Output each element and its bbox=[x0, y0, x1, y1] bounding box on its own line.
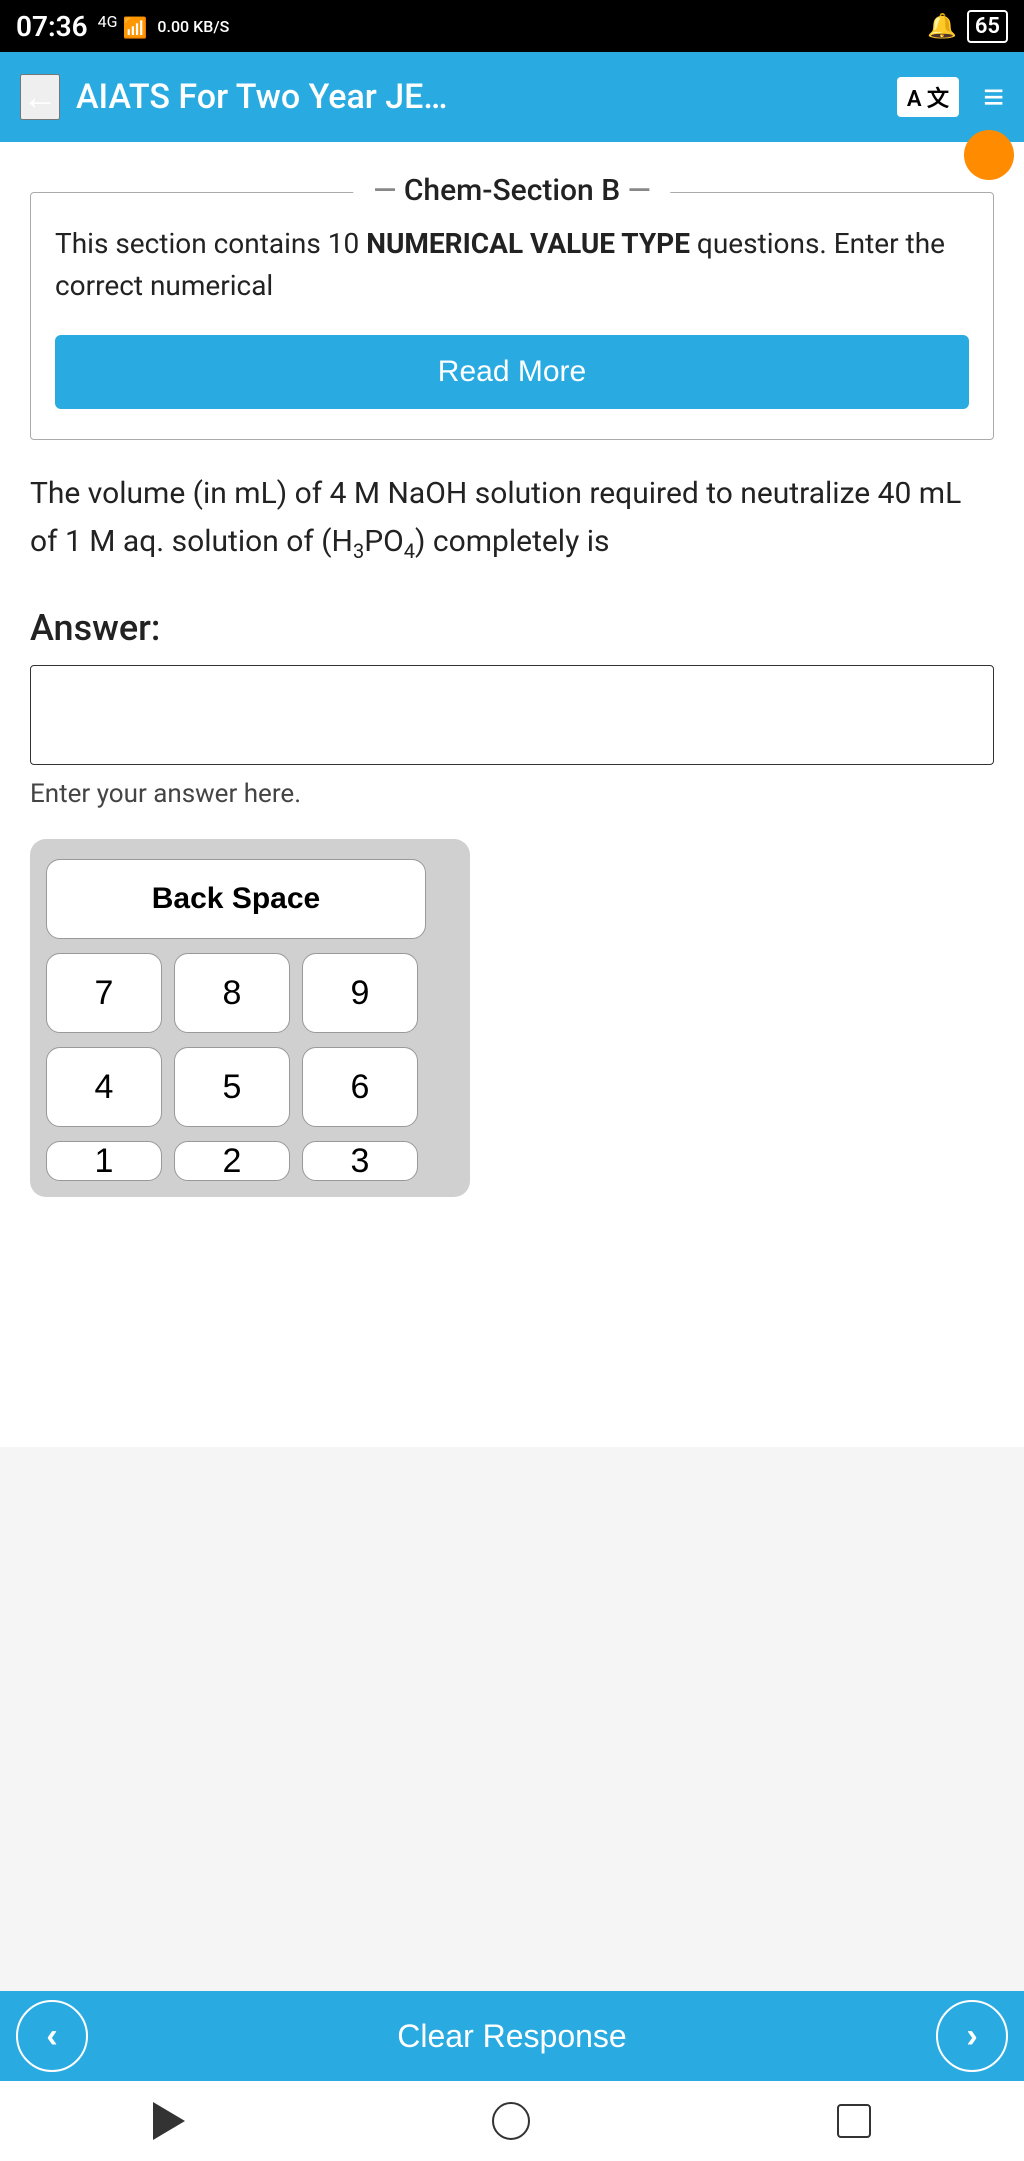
clear-response-button[interactable]: Clear Response bbox=[88, 1991, 936, 2081]
answer-label: Answer: bbox=[30, 607, 994, 649]
status-time: 07:36 bbox=[16, 10, 88, 43]
header-title: AIATS For Two Year JE… bbox=[76, 77, 881, 117]
data-speed: 0.00 KB/S bbox=[157, 17, 229, 36]
lang-label: A 文 bbox=[907, 81, 949, 113]
numeric-keypad: Back Space 7 8 9 4 5 6 1 2 3 bbox=[30, 839, 470, 1197]
section-info-box: Chem-Section B This section contains 10 … bbox=[30, 192, 994, 440]
prev-icon: ‹ bbox=[46, 2017, 57, 2056]
status-bar: 07:36 4G 📶 0.00 KB/S 🔔 65 bbox=[0, 0, 1024, 52]
notification-badge bbox=[964, 130, 1014, 180]
key-4[interactable]: 4 bbox=[46, 1047, 162, 1127]
answer-input[interactable] bbox=[30, 665, 994, 765]
android-back-button[interactable] bbox=[153, 2102, 185, 2140]
android-home-button[interactable] bbox=[492, 2102, 530, 2140]
status-left: 07:36 4G 📶 0.00 KB/S bbox=[16, 10, 229, 43]
question-text: The volume (in mL) of 4 M NaOH solution … bbox=[30, 470, 994, 567]
keypad-row-backspace: Back Space bbox=[46, 859, 454, 939]
main-content: Chem-Section B This section contains 10 … bbox=[0, 142, 1024, 1447]
recents-square-icon bbox=[837, 2104, 871, 2138]
vibrate-icon: 🔔 bbox=[927, 12, 957, 40]
battery-indicator: 65 bbox=[967, 10, 1008, 43]
keypad-row-123-partial: 1 2 3 bbox=[46, 1141, 454, 1181]
key-3[interactable]: 3 bbox=[302, 1141, 418, 1181]
app-header: ← AIATS For Two Year JE… A 文 ≡ bbox=[0, 52, 1024, 142]
back-triangle-icon bbox=[153, 2102, 185, 2140]
key-2[interactable]: 2 bbox=[174, 1141, 290, 1181]
language-button[interactable]: A 文 bbox=[897, 77, 959, 117]
backspace-button[interactable]: Back Space bbox=[46, 859, 426, 939]
status-signal: 4G 📶 bbox=[98, 12, 148, 40]
keypad-row-789: 7 8 9 bbox=[46, 953, 454, 1033]
answer-section: Answer: Enter your answer here. bbox=[30, 607, 994, 809]
home-circle-icon bbox=[492, 2102, 530, 2140]
key-5[interactable]: 5 bbox=[174, 1047, 290, 1127]
key-9[interactable]: 9 bbox=[302, 953, 418, 1033]
android-navigation-bar bbox=[0, 2081, 1024, 2161]
network-type: 4G bbox=[98, 12, 118, 31]
prev-button[interactable]: ‹ bbox=[16, 2000, 88, 2072]
section-title: Chem-Section B bbox=[353, 173, 670, 208]
menu-button[interactable]: ≡ bbox=[983, 76, 1004, 118]
next-icon: › bbox=[966, 2017, 977, 2056]
key-1[interactable]: 1 bbox=[46, 1141, 162, 1181]
key-8[interactable]: 8 bbox=[174, 953, 290, 1033]
key-6[interactable]: 6 bbox=[302, 1047, 418, 1127]
keypad-row-456: 4 5 6 bbox=[46, 1047, 454, 1127]
read-more-button[interactable]: Read More bbox=[55, 335, 969, 409]
status-right: 🔔 65 bbox=[927, 10, 1008, 43]
section-description: This section contains 10 NUMERICAL VALUE… bbox=[55, 223, 969, 307]
next-button[interactable]: › bbox=[936, 2000, 1008, 2072]
key-7[interactable]: 7 bbox=[46, 953, 162, 1033]
answer-hint: Enter your answer here. bbox=[30, 779, 994, 809]
android-recents-button[interactable] bbox=[837, 2104, 871, 2138]
back-button[interactable]: ← bbox=[20, 74, 60, 120]
bottom-navigation: ‹ Clear Response › bbox=[0, 1991, 1024, 2081]
